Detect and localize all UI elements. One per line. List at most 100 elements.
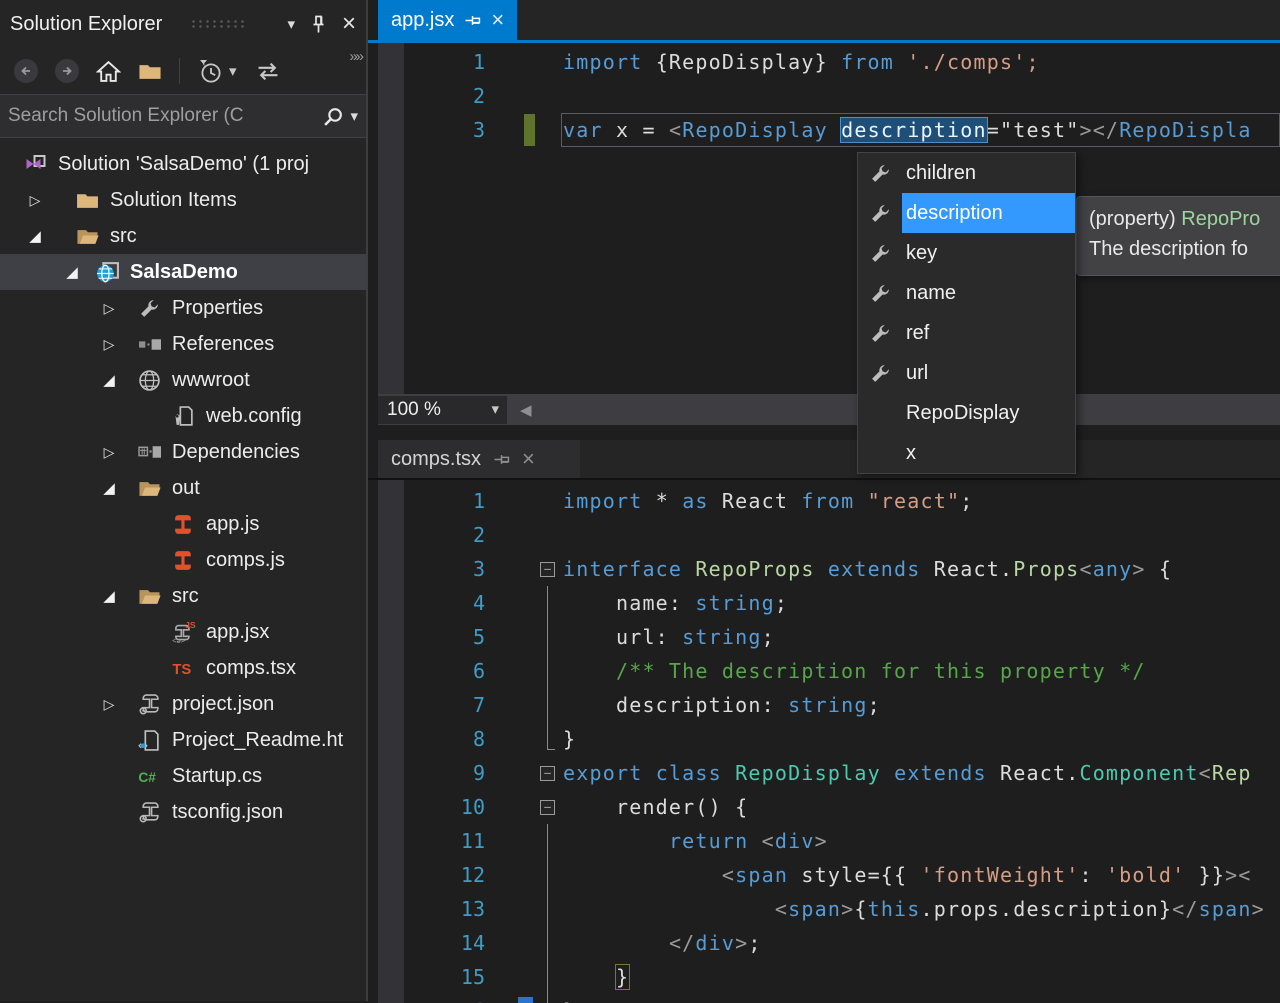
- tree-item-src[interactable]: ◢src: [0, 578, 366, 614]
- tab-comps-tsx[interactable]: comps.tsx ×: [378, 440, 580, 478]
- search-options-caret-icon[interactable]: ▾: [350, 109, 358, 124]
- code-line-9[interactable]: 9–export class RepoDisplay extends React…: [368, 756, 1280, 790]
- code-text: render() {: [563, 790, 748, 824]
- intellisense-item-ref[interactable]: ref: [858, 313, 1075, 353]
- tree-item-web-config[interactable]: web.config: [0, 398, 366, 434]
- line-number: 8: [368, 722, 485, 756]
- tree-item-salsademo[interactable]: ◢SalsaDemo: [0, 254, 366, 290]
- tree-item-app-js[interactable]: app.js: [0, 506, 366, 542]
- drag-grip[interactable]: [190, 19, 244, 29]
- intellisense-item-description[interactable]: description: [858, 193, 1075, 233]
- code-line-14[interactable]: 14 </div>;: [368, 926, 1280, 960]
- intellisense-item-repodisplay[interactable]: RepoDisplay: [858, 393, 1075, 433]
- forward-icon[interactable]: [55, 59, 79, 83]
- expander-closed-icon[interactable]: ▷: [20, 192, 50, 209]
- expander-open-icon[interactable]: ◢: [94, 479, 124, 497]
- tree-item-label: web.config: [206, 405, 302, 428]
- collapse-box-icon[interactable]: –: [538, 756, 558, 790]
- scroll-left-icon[interactable]: ◀: [520, 401, 532, 419]
- search-icon[interactable]: [323, 106, 344, 127]
- jsx-file-icon: JS<ə>: [170, 620, 197, 644]
- wrench-icon: [136, 296, 163, 320]
- code-line-6[interactable]: 6 /** The description for this property …: [368, 654, 1280, 688]
- pane-splitter[interactable]: [368, 425, 1280, 440]
- expander-closed-icon[interactable]: ▷: [94, 336, 124, 353]
- line-number: 5: [368, 620, 485, 654]
- code-text: return <div>: [563, 824, 828, 858]
- tree-item-solution-items[interactable]: ▷Solution Items: [0, 182, 366, 218]
- tree-item-project-readme-ht[interactable]: Project_Readme.ht: [0, 722, 366, 758]
- pin-icon[interactable]: [311, 15, 326, 34]
- tree-item-out[interactable]: ◢out: [0, 470, 366, 506]
- collapse-all-folder-icon[interactable]: [138, 62, 162, 81]
- code-line-15[interactable]: 15 }: [368, 960, 1280, 994]
- tree-item-dependencies[interactable]: ▷ Dependencies: [0, 434, 366, 470]
- tree-item-src[interactable]: ◢src: [0, 218, 366, 254]
- tree-item-project-json[interactable]: ▷project.json: [0, 686, 366, 722]
- code-line-1[interactable]: 1import * as React from "react";: [368, 484, 1280, 518]
- expander-closed-icon[interactable]: ▷: [94, 444, 124, 461]
- intellisense-item-x[interactable]: x: [858, 433, 1075, 473]
- code-line-4[interactable]: 4 name: string;: [368, 586, 1280, 620]
- line-number: 12: [368, 858, 485, 892]
- home-icon[interactable]: [96, 60, 121, 83]
- intellisense-popup: childrendescriptionkeynamerefurlRepoDisp…: [857, 152, 1076, 474]
- intellisense-item-children[interactable]: children: [858, 153, 1075, 193]
- expander-open-icon[interactable]: ◢: [57, 263, 87, 281]
- pin-icon[interactable]: [493, 453, 510, 466]
- window-menu-caret-icon[interactable]: ▾: [287, 17, 295, 32]
- code-line-2[interactable]: 2: [368, 518, 1280, 552]
- code-line-10[interactable]: 10– render() {: [368, 790, 1280, 824]
- filter-caret-icon[interactable]: ▾: [229, 64, 237, 79]
- intellisense-item-url[interactable]: url: [858, 353, 1075, 393]
- tree-item-comps-tsx[interactable]: TScomps.tsx: [0, 650, 366, 686]
- code-line-8[interactable]: 8}: [368, 722, 1280, 756]
- code-line-2[interactable]: 2: [368, 79, 1280, 113]
- html-file-icon: [136, 728, 163, 752]
- editor-comps-tsx[interactable]: 1import * as React from "react";23–inter…: [368, 480, 1280, 1003]
- pin-icon[interactable]: [464, 14, 481, 27]
- collapse-box-icon[interactable]: –: [538, 790, 558, 824]
- tree-item-label: References: [172, 333, 274, 356]
- expander-closed-icon[interactable]: ▷: [94, 300, 124, 317]
- js-file-icon: [170, 548, 197, 572]
- code-line-16[interactable]: 16}: [368, 994, 1280, 1003]
- search-input[interactable]: [0, 104, 323, 128]
- expander-closed-icon[interactable]: ▷: [94, 696, 124, 713]
- sync-with-active-document-icon[interactable]: [254, 61, 282, 82]
- intellisense-item-key[interactable]: key: [858, 233, 1075, 273]
- tree-item-solution-salsademo-1-proj[interactable]: Solution 'SalsaDemo' (1 proj: [0, 146, 366, 182]
- intellisense-item-name[interactable]: name: [858, 273, 1075, 313]
- tree-item-startup-cs[interactable]: C#Startup.cs: [0, 758, 366, 794]
- close-icon[interactable]: ×: [522, 449, 535, 469]
- code-line-3[interactable]: 3–interface RepoProps extends React.Prop…: [368, 552, 1280, 586]
- tree-item-comps-js[interactable]: comps.js: [0, 542, 366, 578]
- code-line-1[interactable]: 1import {RepoDisplay} from './comps';: [368, 45, 1280, 79]
- code-line-12[interactable]: 12 <span style={{ 'fontWeight': 'bold' }…: [368, 858, 1280, 892]
- code-line-3[interactable]: 3var x = <RepoDisplay description="test"…: [368, 113, 1280, 147]
- toolbar-overflow-icon[interactable]: »»: [349, 48, 362, 65]
- intellisense-item-label: RepoDisplay: [902, 393, 1075, 433]
- line-number: 15: [368, 960, 485, 994]
- tree-item-tsconfig-json[interactable]: tsconfig.json: [0, 794, 366, 830]
- expander-open-icon[interactable]: ◢: [20, 227, 50, 245]
- tree-item-wwwroot[interactable]: ◢wwwroot: [0, 362, 366, 398]
- tree-item-properties[interactable]: ▷Properties: [0, 290, 366, 326]
- tab-app-jsx[interactable]: app.jsx ×: [378, 0, 517, 40]
- code-line-5[interactable]: 5 url: string;: [368, 620, 1280, 654]
- tree-item-app-jsx[interactable]: JS<ə>app.jsx: [0, 614, 366, 650]
- code-line-11[interactable]: 11 return <div>: [368, 824, 1280, 858]
- close-icon[interactable]: ×: [491, 10, 504, 30]
- tree-item-references[interactable]: ▷ References: [0, 326, 366, 362]
- pending-changes-filter-icon[interactable]: ▾: [197, 59, 237, 84]
- tree-item-label: Dependencies: [172, 441, 300, 464]
- collapse-box-icon[interactable]: –: [538, 552, 558, 586]
- code-line-7[interactable]: 7 description: string;: [368, 688, 1280, 722]
- zoom-select[interactable]: 100 % ▾: [378, 396, 507, 424]
- close-icon[interactable]: ×: [342, 14, 356, 34]
- line-number: 1: [368, 45, 485, 79]
- code-line-13[interactable]: 13 <span>{this.props.description}</span>: [368, 892, 1280, 926]
- back-icon[interactable]: [14, 59, 38, 83]
- expander-open-icon[interactable]: ◢: [94, 587, 124, 605]
- expander-open-icon[interactable]: ◢: [94, 371, 124, 389]
